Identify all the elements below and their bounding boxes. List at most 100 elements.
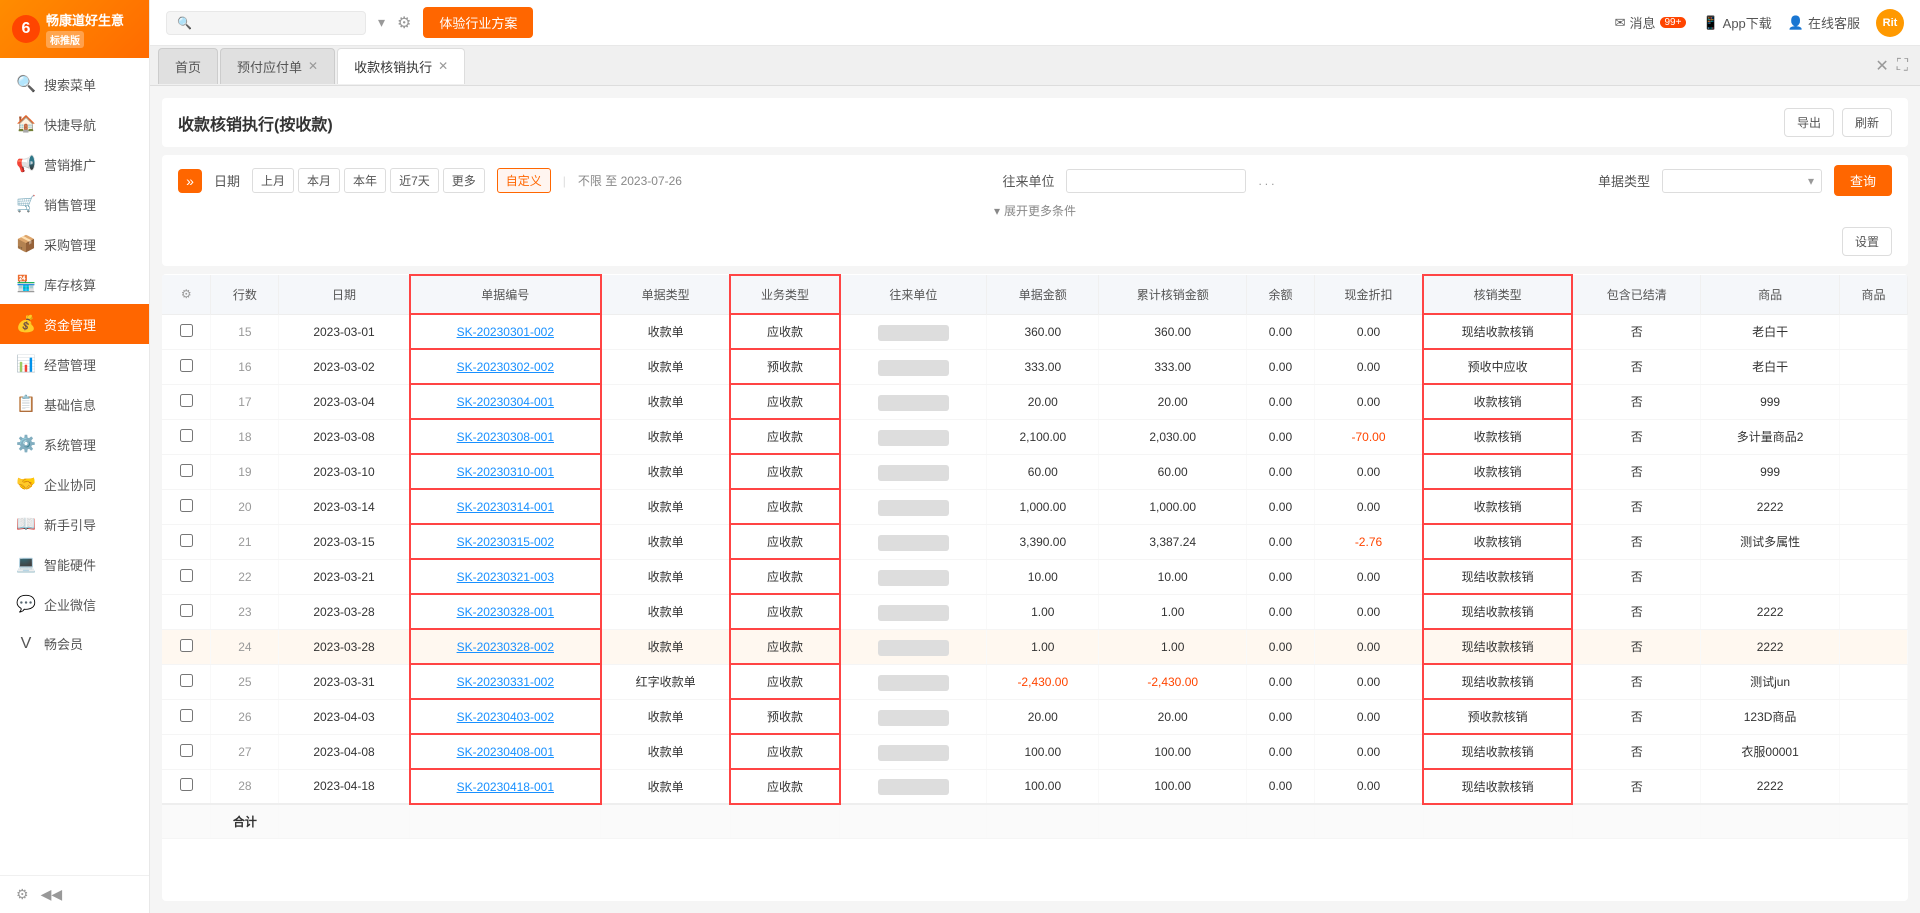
row-checkbox-6[interactable] [162, 524, 211, 559]
tab-close-collection[interactable]: ✕ [438, 59, 448, 73]
row-checkbox-0[interactable] [162, 314, 211, 349]
cell-accum_amount-3: 2,030.00 [1099, 419, 1247, 454]
tab-collection[interactable]: 收款核销执行✕ [337, 48, 465, 84]
tab-close-all-btn[interactable]: ✕ [1871, 52, 1892, 80]
tab-home[interactable]: 首页 [158, 48, 218, 84]
row-check[interactable] [180, 464, 193, 477]
doc-link-6[interactable]: SK-20230315-002 [457, 535, 554, 549]
partner-input[interactable] [1066, 169, 1246, 193]
sidebar-item-hardware[interactable]: 💻智能硬件 [0, 544, 149, 584]
row-check[interactable] [180, 778, 193, 791]
row-checkbox-7[interactable] [162, 559, 211, 594]
topbar-search[interactable]: 🔍 [166, 11, 366, 35]
row-checkbox-3[interactable] [162, 419, 211, 454]
row-checkbox-4[interactable] [162, 454, 211, 489]
row-checkbox-12[interactable] [162, 734, 211, 769]
sidebar-item-basic[interactable]: 📋基础信息 [0, 384, 149, 424]
row-checkbox-8[interactable] [162, 594, 211, 629]
doc-link-13[interactable]: SK-20230418-001 [457, 780, 554, 794]
tab-prepay[interactable]: 预付应付单✕ [220, 48, 335, 84]
row-check[interactable] [180, 709, 193, 722]
row-checkbox-9[interactable] [162, 629, 211, 664]
refresh-btn[interactable]: 刷新 [1842, 108, 1892, 137]
row-check[interactable] [180, 744, 193, 757]
row-check[interactable] [180, 639, 193, 652]
col-header-row_num: 行数 [211, 275, 279, 314]
doc-link-0[interactable]: SK-20230301-002 [457, 325, 554, 339]
tab-close-prepay[interactable]: ✕ [308, 59, 318, 73]
table-settings-btn[interactable]: 设置 [1842, 227, 1892, 256]
cell-doc_type-7: 收款单 [601, 559, 730, 594]
row-check[interactable] [180, 429, 193, 442]
online-service-btn[interactable]: 👤 在线客服 [1788, 13, 1860, 32]
sidebar-item-purchase[interactable]: 📦采购管理 [0, 224, 149, 264]
cell-cash_discount-13: 0.00 [1314, 769, 1423, 804]
doc-link-10[interactable]: SK-20230331-002 [457, 675, 554, 689]
row-check[interactable] [180, 324, 193, 337]
industry-btn[interactable]: 体验行业方案 [423, 7, 533, 38]
date-btn-本年[interactable]: 本年 [344, 168, 386, 193]
row-check[interactable] [180, 604, 193, 617]
row-checkbox-10[interactable] [162, 664, 211, 699]
row-check[interactable] [180, 674, 193, 687]
sidebar-item-guide[interactable]: 📖新手引导 [0, 504, 149, 544]
partner-dots[interactable]: ... [1258, 174, 1277, 188]
doc-link-7[interactable]: SK-20230321-003 [457, 570, 554, 584]
settings-gear-icon[interactable]: ⚙ [181, 287, 192, 301]
collapse-icon[interactable]: ◀◀ [41, 886, 63, 903]
doc-link-9[interactable]: SK-20230328-002 [457, 640, 554, 654]
app-download-btn[interactable]: 📱 App下载 [1702, 13, 1771, 32]
cell-partner-1: ████ [840, 349, 987, 384]
tab-maximize-btn[interactable]: ⛶ [1893, 53, 1912, 79]
export-btn[interactable]: 导出 [1784, 108, 1834, 137]
cell-include_cleared-5: 否 [1572, 489, 1700, 524]
sidebar-item-operation[interactable]: 📊经营管理 [0, 344, 149, 384]
cell-biz_type-13: 应收款 [730, 769, 839, 804]
row-checkbox-5[interactable] [162, 489, 211, 524]
row-check[interactable] [180, 569, 193, 582]
user-avatar[interactable]: Rit [1876, 9, 1904, 37]
expand-conditions-btn[interactable]: ▾ 展开更多条件 [994, 202, 1076, 219]
sidebar-item-enterprise[interactable]: 🤝企业协同 [0, 464, 149, 504]
date-btn-更多[interactable]: 更多 [443, 168, 485, 193]
doc-link-8[interactable]: SK-20230328-001 [457, 605, 554, 619]
doc-link-12[interactable]: SK-20230408-001 [457, 745, 554, 759]
doc-link-4[interactable]: SK-20230310-001 [457, 465, 554, 479]
doc-link-1[interactable]: SK-20230302-002 [457, 360, 554, 374]
messages-btn[interactable]: ✉ 消息 99+ [1615, 13, 1687, 32]
cell-balance-4: 0.00 [1246, 454, 1314, 489]
filter-toggle-btn[interactable]: » [178, 169, 202, 193]
sidebar-item-inventory[interactable]: 🏪库存核算 [0, 264, 149, 304]
sidebar-item-shortcuts[interactable]: 🏠快捷导航 [0, 104, 149, 144]
dropdown-icon[interactable]: ▾ [378, 14, 385, 31]
sidebar-item-marketing[interactable]: 📢营销推广 [0, 144, 149, 184]
doc-link-5[interactable]: SK-20230314-001 [457, 500, 554, 514]
row-check[interactable] [180, 359, 193, 372]
gear-icon[interactable]: ⚙ [397, 13, 411, 33]
doc-type-select[interactable] [1662, 169, 1822, 193]
row-check[interactable] [180, 499, 193, 512]
sidebar-item-finance[interactable]: 💰资金管理 [0, 304, 149, 344]
settings-footer-icon[interactable]: ⚙ [16, 886, 29, 903]
date-btn-近7天[interactable]: 近7天 [390, 168, 439, 193]
col-settings-gear[interactable]: ⚙ [162, 275, 211, 314]
row-checkbox-2[interactable] [162, 384, 211, 419]
date-btn-本月[interactable]: 本月 [298, 168, 340, 193]
row-checkbox-13[interactable] [162, 769, 211, 804]
row-check[interactable] [180, 534, 193, 547]
sidebar-item-wechat[interactable]: 💬企业微信 [0, 584, 149, 624]
row-check[interactable] [180, 394, 193, 407]
sidebar-item-member[interactable]: V畅会员 [0, 624, 149, 663]
doc-link-3[interactable]: SK-20230308-001 [457, 430, 554, 444]
doc-link-11[interactable]: SK-20230403-002 [457, 710, 554, 724]
date-btn-上月[interactable]: 上月 [252, 168, 294, 193]
row-checkbox-11[interactable] [162, 699, 211, 734]
doc-link-2[interactable]: SK-20230304-001 [457, 395, 554, 409]
query-btn[interactable]: 查询 [1834, 165, 1892, 196]
cell-cash_discount-8: 0.00 [1314, 594, 1423, 629]
sidebar-item-search[interactable]: 🔍搜索菜单 [0, 64, 149, 104]
custom-date-btn[interactable]: 自定义 [497, 168, 551, 193]
row-checkbox-1[interactable] [162, 349, 211, 384]
sidebar-item-sales[interactable]: 🛒销售管理 [0, 184, 149, 224]
sidebar-item-system[interactable]: ⚙️系统管理 [0, 424, 149, 464]
